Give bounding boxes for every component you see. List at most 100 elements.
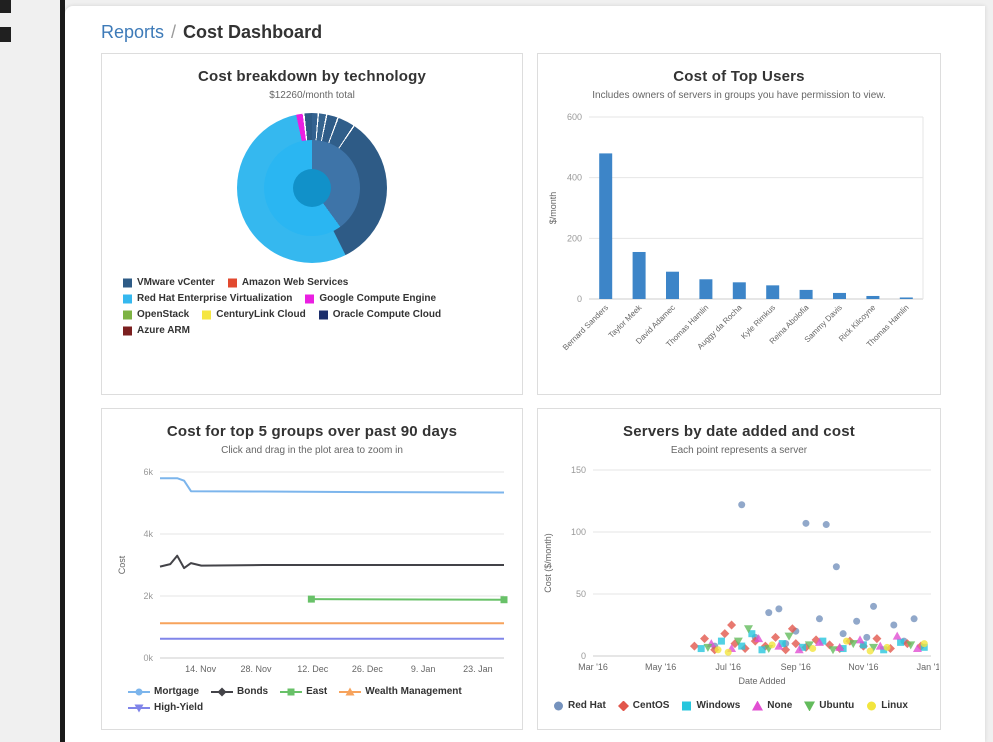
bar-rick-kilcoyne[interactable]: [866, 295, 880, 299]
breadcrumb-reports-link[interactable]: Reports: [101, 22, 164, 42]
legend-item-east[interactable]: East: [280, 686, 327, 697]
svg-text:0k: 0k: [143, 653, 153, 663]
bar-reina-abolofia[interactable]: [799, 289, 813, 299]
card-servers-scatter: Servers by date added and cost Each poin…: [537, 408, 941, 730]
svg-text:$/month: $/month: [548, 192, 558, 225]
legend-item-bonds[interactable]: Bonds: [211, 686, 268, 697]
legend-label: Amazon Web Services: [241, 277, 349, 288]
chart-title: Servers by date added and cost: [623, 423, 855, 440]
legend-item-wealth-management[interactable]: Wealth Management: [339, 686, 462, 697]
bar-david-adamec[interactable]: [666, 271, 679, 299]
circle-marker-icon: [554, 701, 563, 710]
legend-label: Ubuntu: [819, 700, 855, 711]
legend-item-high-yield[interactable]: High-Yield: [128, 702, 203, 713]
legend-label: Mortgage: [154, 686, 199, 697]
card-top-users: Cost of Top Users Includes owners of ser…: [537, 53, 941, 395]
legend-label: Red Hat Enterprise Virtualization: [137, 293, 293, 304]
bar-thomas-hamlin[interactable]: [699, 279, 713, 299]
svg-text:Cost ($/month): Cost ($/month): [543, 533, 553, 593]
legend-item-mortgage[interactable]: Mortgage: [128, 686, 199, 697]
svg-text:150: 150: [571, 465, 586, 475]
svg-text:Cost: Cost: [117, 555, 127, 574]
svg-text:Nov '16: Nov '16: [848, 662, 878, 672]
scatter-chart-canvas[interactable]: 0 50 100 150 Mar '16 May '16 Jul '16 Sep '16 Nov…: [539, 458, 939, 698]
series-line-east[interactable]: [311, 598, 505, 601]
bar-chart-canvas[interactable]: 0200400600Bernard SandersTaylor MeekDavi…: [543, 103, 935, 355]
svg-text:2k: 2k: [143, 591, 153, 601]
chart-subtitle: Click and drag in the plot area to zoom …: [221, 445, 403, 456]
dashboard-grid: Cost breakdown by technology $12260/mont…: [101, 53, 985, 730]
svg-text:26. Dec: 26. Dec: [352, 664, 384, 674]
legend-label: CenturyLink Cloud: [216, 309, 306, 320]
legend-label: CentOS: [632, 700, 670, 711]
legend-item-centurylink-cloud[interactable]: CenturyLink Cloud: [201, 309, 306, 320]
bar-bernard-sanders[interactable]: [599, 153, 613, 299]
line-chart-canvas[interactable]: 0k 2k 4k 6k 14. Nov 28. Nov 12. Dec 26. Dec 9. J…: [112, 458, 512, 682]
svg-text:100: 100: [571, 527, 586, 537]
legend-label: High-Yield: [154, 702, 204, 713]
bar-taylor-meek[interactable]: [632, 251, 646, 299]
circle-marker-icon: [128, 688, 150, 695]
legend-item-red-hat-enterprise-virtualization[interactable]: Red Hat Enterprise Virtualization: [122, 293, 292, 304]
triangle-down-marker-icon: [128, 704, 150, 712]
svg-text:Jul '16: Jul '16: [715, 662, 741, 672]
series-line-bonds[interactable]: [159, 554, 504, 570]
legend-item-ubuntu[interactable]: Ubuntu: [804, 700, 854, 711]
chart-title: Cost of Top Users: [673, 68, 805, 85]
main-panel: Reports / Cost Dashboard Cost breakdown by…: [65, 6, 985, 742]
legend-label: None: [767, 700, 793, 711]
svg-text:0: 0: [577, 294, 582, 304]
svg-text:28. Nov: 28. Nov: [240, 664, 272, 674]
bar-auggy-da-rocha[interactable]: [732, 282, 746, 299]
square-marker-icon: [123, 294, 132, 303]
square-marker-icon: [123, 310, 132, 319]
svg-text:23. Jan: 23. Jan: [463, 664, 493, 674]
legend-item-amazon-web-services[interactable]: Amazon Web Services: [227, 277, 349, 288]
square-marker-icon: [318, 310, 328, 319]
svg-text:May '16: May '16: [645, 662, 676, 672]
square-marker-icon: [123, 278, 132, 287]
svg-text:4k: 4k: [143, 529, 153, 539]
legend-label: Windows: [696, 700, 741, 711]
legend-item-red-hat[interactable]: Red Hat: [553, 700, 606, 711]
chart-subtitle: Includes owners of servers in groups you…: [592, 90, 886, 101]
svg-text:14. Nov: 14. Nov: [185, 664, 217, 674]
svg-text:200: 200: [567, 233, 582, 243]
legend-item-none[interactable]: None: [752, 700, 792, 711]
legend-item-vmware-vcenter[interactable]: VMware vCenter: [122, 277, 215, 288]
legend-item-openstack[interactable]: OpenStack: [122, 309, 189, 320]
diamond-marker-icon: [617, 700, 629, 711]
square-marker-icon: [682, 701, 692, 710]
circle-marker-icon: [867, 701, 877, 710]
bar-kyle-rimkus[interactable]: [766, 285, 780, 299]
breadcrumb: Reports / Cost Dashboard: [65, 6, 985, 45]
chart-subtitle: Each point represents a server: [670, 445, 808, 456]
svg-text:Bernard Sanders: Bernard Sanders: [561, 303, 610, 352]
legend-item-linux[interactable]: Linux: [866, 700, 908, 711]
series-line-mortgage[interactable]: [160, 477, 505, 494]
chart-title: Cost for top 5 groups over past 90 days: [166, 423, 458, 440]
svg-text:6k: 6k: [143, 467, 153, 477]
legend-label: Google Compute Engine: [319, 293, 437, 304]
bar-sammy-davis[interactable]: [833, 292, 846, 299]
legend-label: Azure ARM: [137, 325, 190, 336]
svg-text:50: 50: [576, 589, 586, 599]
legend-item-google-compute-engine[interactable]: Google Compute Engine: [304, 293, 436, 304]
legend-label: Oracle Compute Cloud: [332, 309, 442, 320]
legend-item-oracle-compute-cloud[interactable]: Oracle Compute Cloud: [318, 309, 441, 320]
triangle-marker-icon: [752, 700, 764, 710]
card-cost-breakdown: Cost breakdown by technology $12260/mont…: [101, 53, 523, 395]
legend-item-azure-arm[interactable]: Azure ARM: [122, 325, 190, 336]
legend-item-centos[interactable]: CentOS: [617, 700, 670, 711]
svg-text:12. Dec: 12. Dec: [297, 664, 329, 674]
page-title: Cost Dashboard: [183, 22, 323, 42]
bar-thomas-hamlin[interactable]: [899, 297, 913, 299]
window-artifact: [0, 0, 11, 13]
triangle-marker-icon: [339, 687, 362, 695]
legend-label: Red Hat: [568, 700, 606, 711]
donut-chart[interactable]: [237, 113, 387, 263]
legend-label: Bonds: [237, 686, 269, 697]
square-marker-icon: [123, 326, 132, 335]
legend-item-windows[interactable]: Windows: [681, 700, 740, 711]
legend-label: Linux: [881, 700, 908, 711]
